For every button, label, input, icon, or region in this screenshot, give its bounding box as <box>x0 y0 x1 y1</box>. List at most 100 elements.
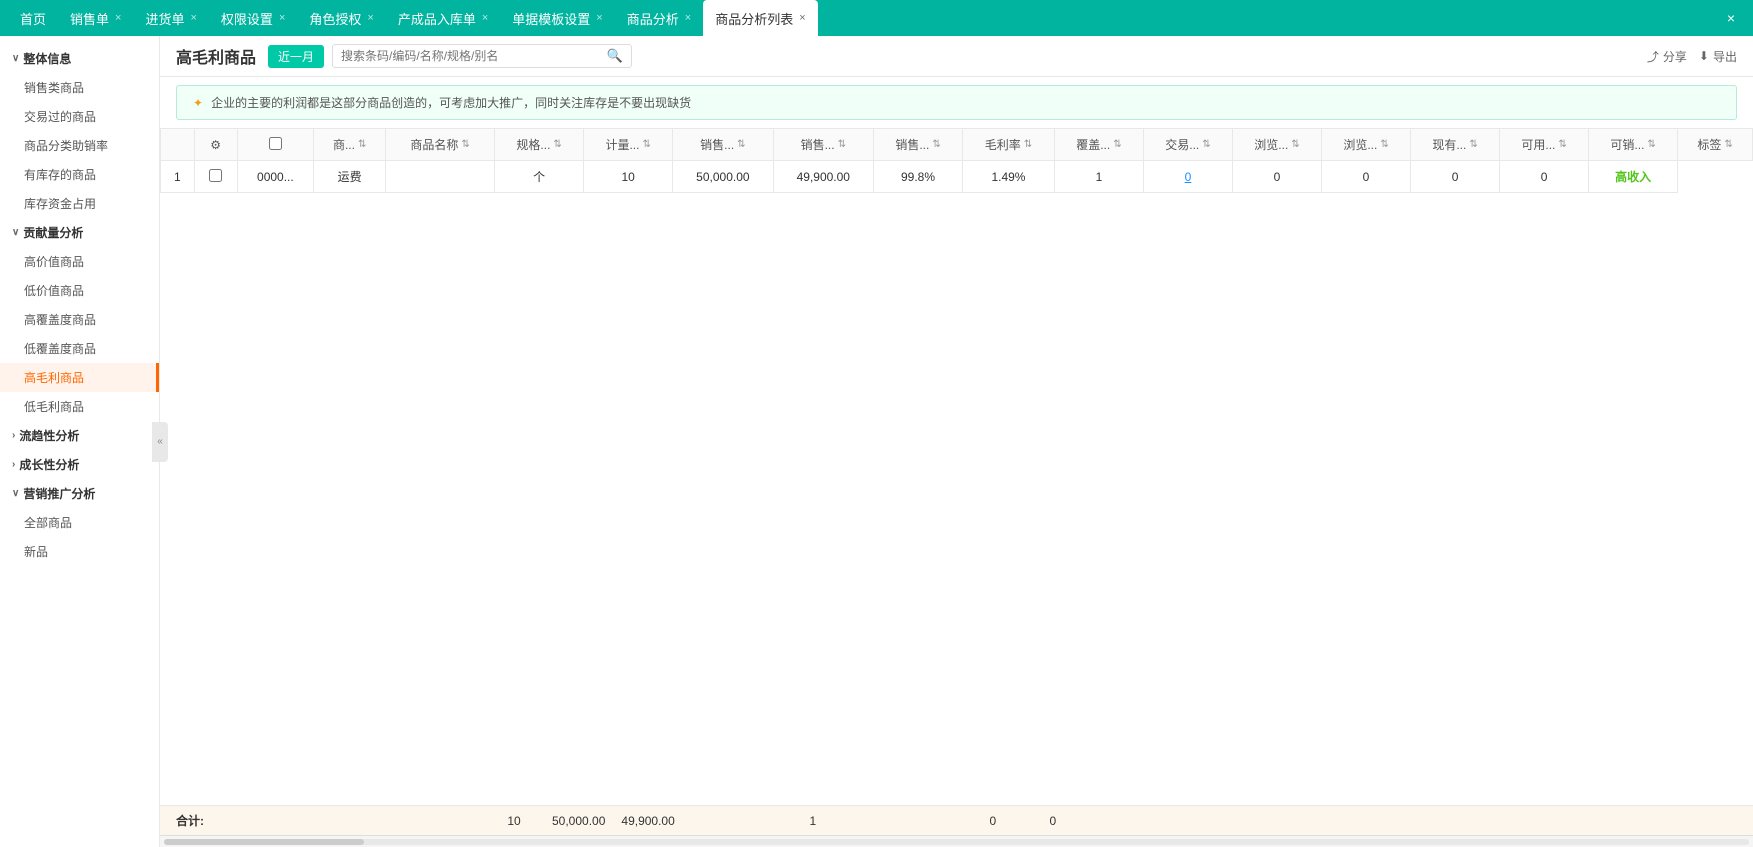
info-icon: ✦ <box>193 96 203 110</box>
nav-close-8[interactable]: × <box>799 12 805 24</box>
sidebar-item-4-0[interactable]: 全部商品 <box>0 508 159 537</box>
col-header-available_stock[interactable]: 可用...⇅ <box>1500 129 1589 161</box>
col-header-views1[interactable]: 浏览...⇅ <box>1232 129 1321 161</box>
horizontal-scrollbar[interactable] <box>160 835 1753 847</box>
sort-icon-name[interactable]: ⇅ <box>461 139 469 150</box>
sidebar-item-1-1[interactable]: 低价值商品 <box>0 276 159 305</box>
col-label-sales_qty: 销售... <box>700 136 734 153</box>
sort-icon-gross_margin[interactable]: ⇅ <box>1024 139 1032 150</box>
col-label-coverage: 覆盖... <box>1076 136 1110 153</box>
col-label-tag: 标签 <box>1697 136 1721 153</box>
nav-item-1[interactable]: 销售单× <box>58 0 133 36</box>
section-label-3: 成长性分析 <box>19 456 79 473</box>
sidebar-item-1-0[interactable]: 高价值商品 <box>0 247 159 276</box>
sidebar-item-1-3[interactable]: 低覆盖度商品 <box>0 334 159 363</box>
col-header-code[interactable]: 商...⇅ <box>314 129 386 161</box>
nav-close-4[interactable]: × <box>367 12 373 24</box>
sort-icon-sellable_stock[interactable]: ⇅ <box>1647 139 1655 150</box>
nav-item-6[interactable]: 单据模板设置× <box>500 0 614 36</box>
col-label-views1: 浏览... <box>1254 136 1288 153</box>
col-header-unit[interactable]: 计量...⇅ <box>584 129 673 161</box>
nav-close-1[interactable]: × <box>115 12 121 24</box>
col-header-sales_amount[interactable]: 销售...⇅ <box>773 129 873 161</box>
col-header-tag[interactable]: 标签⇅ <box>1678 129 1753 161</box>
content-area: 高毛利商品 近一月 🔍 ⤴ 分享 ⬇ 导出 ✦ 企业的主要的利润都是这部分商品创… <box>160 36 1753 847</box>
window-close-button[interactable]: × <box>1717 10 1745 26</box>
col-header-checkbox[interactable] <box>237 129 314 161</box>
nav-item-2[interactable]: 进货单× <box>133 0 208 36</box>
nav-close-2[interactable]: × <box>190 12 196 24</box>
sidebar-section-2[interactable]: ›流趋性分析 <box>0 421 159 450</box>
cell-views1-0[interactable]: 0 <box>1143 161 1232 193</box>
col-header-settings[interactable]: ⚙ <box>194 129 237 161</box>
cell-checkbox-0 <box>194 161 237 193</box>
nav-item-7[interactable]: 商品分析× <box>615 0 703 36</box>
col-header-name[interactable]: 商品名称⇅ <box>386 129 495 161</box>
sidebar-item-0-1[interactable]: 交易过的商品 <box>0 102 159 131</box>
col-header-sellable_stock[interactable]: 可销...⇅ <box>1589 129 1678 161</box>
nav-item-3[interactable]: 权限设置× <box>209 0 297 36</box>
col-header-gross_margin[interactable]: 毛利率⇅ <box>963 129 1055 161</box>
sort-icon-views2[interactable]: ⇅ <box>1380 139 1388 150</box>
sidebar-item-1-2[interactable]: 高覆盖度商品 <box>0 305 159 334</box>
filter-button[interactable]: 近一月 <box>268 45 324 68</box>
sort-icon-transactions[interactable]: ⇅ <box>1202 139 1210 150</box>
footer-spacer2 <box>424 814 484 828</box>
col-header-spec[interactable]: 规格...⇅ <box>495 129 584 161</box>
sidebar-item-0-4[interactable]: 库存资金占用 <box>0 189 159 218</box>
sort-icon-spec[interactable]: ⇅ <box>553 139 561 150</box>
nav-item-0[interactable]: 首页 <box>8 0 58 36</box>
sort-icon-available_stock[interactable]: ⇅ <box>1558 139 1566 150</box>
col-label-available_stock: 可用... <box>1521 136 1555 153</box>
nav-close-3[interactable]: × <box>279 12 285 24</box>
export-button[interactable]: ⬇ 导出 <box>1699 48 1737 65</box>
table-footer: 合计: 10 50,000.00 49,900.00 1 0 0 <box>160 805 1753 835</box>
footer-sales-profit: 49,900.00 <box>613 814 682 828</box>
cell-available_stock-0: 0 <box>1411 161 1500 193</box>
share-button[interactable]: ⤴ 分享 <box>1647 48 1687 65</box>
col-header-views2[interactable]: 浏览...⇅ <box>1322 129 1411 161</box>
col-header-sales_qty[interactable]: 销售...⇅ <box>673 129 773 161</box>
col-header-sales_profit[interactable]: 销售...⇅ <box>874 129 963 161</box>
sort-icon-coverage[interactable]: ⇅ <box>1113 139 1121 150</box>
select-all-checkbox[interactable] <box>269 137 282 150</box>
sort-icon-unit[interactable]: ⇅ <box>642 139 650 150</box>
sidebar-section-0[interactable]: ∨整体信息 <box>0 44 159 73</box>
sidebar-section-4[interactable]: ∨营销推广分析 <box>0 479 159 508</box>
cell-tag-0: 高收入 <box>1589 161 1678 193</box>
sidebar-item-0-2[interactable]: 商品分类助销率 <box>0 131 159 160</box>
cell-sales_amount-0: 50,000.00 <box>673 161 773 193</box>
sidebar-item-1-4[interactable]: 高毛利商品 <box>0 363 159 392</box>
nav-item-8[interactable]: 商品分析列表× <box>703 0 817 36</box>
sidebar-item-0-3[interactable]: 有库存的商品 <box>0 160 159 189</box>
sidebar-section-1[interactable]: ∨贡献量分析 <box>0 218 159 247</box>
search-input[interactable] <box>341 49 603 63</box>
sort-icon-code[interactable]: ⇅ <box>358 139 366 150</box>
nav-close-7[interactable]: × <box>685 12 691 24</box>
sort-icon-sales_qty[interactable]: ⇅ <box>737 139 745 150</box>
nav-close-5[interactable]: × <box>482 12 488 24</box>
settings-icon[interactable]: ⚙ <box>210 138 221 152</box>
nav-item-4[interactable]: 角色授权× <box>297 0 385 36</box>
section-label-0: 整体信息 <box>23 50 71 67</box>
nav-item-5[interactable]: 产成品入库单× <box>386 0 500 36</box>
col-header-current_stock[interactable]: 现有...⇅ <box>1411 129 1500 161</box>
sidebar-item-4-1[interactable]: 新品 <box>0 537 159 566</box>
search-icon[interactable]: 🔍 <box>607 48 623 64</box>
sidebar-section-3[interactable]: ›成长性分析 <box>0 450 159 479</box>
sort-icon-sales_profit[interactable]: ⇅ <box>932 139 940 150</box>
sidebar-item-0-0[interactable]: 销售类商品 <box>0 73 159 102</box>
sort-icon-current_stock[interactable]: ⇅ <box>1469 139 1477 150</box>
nav-close-6[interactable]: × <box>596 12 602 24</box>
sidebar-item-1-5[interactable]: 低毛利商品 <box>0 392 159 421</box>
section-label-1: 贡献量分析 <box>23 224 83 241</box>
sort-icon-views1[interactable]: ⇅ <box>1291 139 1299 150</box>
col-header-transactions[interactable]: 交易...⇅ <box>1143 129 1232 161</box>
col-header-coverage[interactable]: 覆盖...⇅ <box>1054 129 1143 161</box>
sidebar-collapse-button[interactable]: « <box>152 422 168 462</box>
sort-icon-sales_amount[interactable]: ⇅ <box>838 139 846 150</box>
row-checkbox-0[interactable] <box>209 169 222 182</box>
cell-gross_margin-0: 99.8% <box>874 161 963 193</box>
col-label-code: 商... <box>333 136 355 153</box>
sort-icon-tag[interactable]: ⇅ <box>1724 139 1732 150</box>
